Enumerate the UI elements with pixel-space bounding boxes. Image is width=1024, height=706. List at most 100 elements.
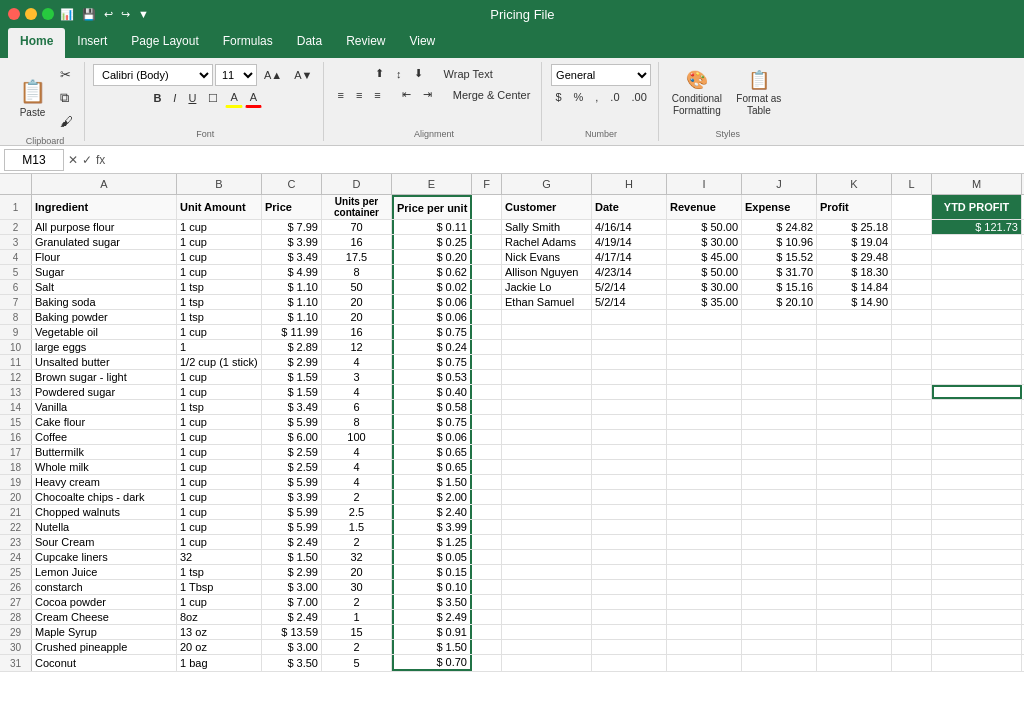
copy-button[interactable]: ⧉	[55, 87, 78, 109]
cell-e17[interactable]: $ 0.65	[392, 445, 472, 459]
cell-k1[interactable]: Profit	[817, 195, 892, 219]
cell-l16[interactable]	[892, 430, 932, 444]
cell-e2[interactable]: $ 0.11	[392, 220, 472, 234]
cell-j8[interactable]	[742, 310, 817, 324]
col-header-k[interactable]: K	[817, 174, 892, 194]
cell-l18[interactable]	[892, 460, 932, 474]
cell-d6[interactable]: 50	[322, 280, 392, 294]
cell-f10[interactable]	[472, 340, 502, 354]
cell-g27[interactable]	[502, 595, 592, 609]
cell-l14[interactable]	[892, 400, 932, 414]
decimal-increase-button[interactable]: .0	[605, 88, 624, 106]
cell-a19[interactable]: Heavy cream	[32, 475, 177, 489]
cell-b8[interactable]: 1 tsp	[177, 310, 262, 324]
cell-b1[interactable]: Unit Amount	[177, 195, 262, 219]
cell-k28[interactable]	[817, 610, 892, 624]
cut-button[interactable]: ✂	[55, 64, 78, 85]
font-size-select[interactable]: 11	[215, 64, 257, 86]
cell-c18[interactable]: $ 2.59	[262, 460, 322, 474]
cell-g13[interactable]	[502, 385, 592, 399]
cell-i17[interactable]	[667, 445, 742, 459]
cell-b26[interactable]: 1 Tbsp	[177, 580, 262, 594]
cell-m28[interactable]	[932, 610, 1022, 624]
cell-m21[interactable]	[932, 505, 1022, 519]
cell-g12[interactable]	[502, 370, 592, 384]
cell-h9[interactable]	[592, 325, 667, 339]
cell-g5[interactable]: Allison Nguyen	[502, 265, 592, 279]
cell-a4[interactable]: Flour	[32, 250, 177, 264]
cell-e24[interactable]: $ 0.05	[392, 550, 472, 564]
border-button[interactable]: ☐	[203, 89, 223, 108]
cell-c27[interactable]: $ 7.00	[262, 595, 322, 609]
cell-g4[interactable]: Nick Evans	[502, 250, 592, 264]
cell-f4[interactable]	[472, 250, 502, 264]
cell-b10[interactable]: 1	[177, 340, 262, 354]
cell-f22[interactable]	[472, 520, 502, 534]
cell-g20[interactable]	[502, 490, 592, 504]
cell-a17[interactable]: Buttermilk	[32, 445, 177, 459]
cell-c11[interactable]: $ 2.99	[262, 355, 322, 369]
cell-f6[interactable]	[472, 280, 502, 294]
cell-g14[interactable]	[502, 400, 592, 414]
cell-l11[interactable]	[892, 355, 932, 369]
cell-m2[interactable]: $ 121.73	[932, 220, 1022, 234]
col-header-i[interactable]: I	[667, 174, 742, 194]
cell-l9[interactable]	[892, 325, 932, 339]
cell-d16[interactable]: 100	[322, 430, 392, 444]
cell-g17[interactable]	[502, 445, 592, 459]
cell-j10[interactable]	[742, 340, 817, 354]
cell-j1[interactable]: Expense	[742, 195, 817, 219]
indent-increase-button[interactable]: ⇥	[418, 85, 437, 104]
cell-e10[interactable]: $ 0.24	[392, 340, 472, 354]
cell-l1[interactable]	[892, 195, 932, 219]
cell-j12[interactable]	[742, 370, 817, 384]
col-header-g[interactable]: G	[502, 174, 592, 194]
cell-m26[interactable]	[932, 580, 1022, 594]
cell-a11[interactable]: Unsalted butter	[32, 355, 177, 369]
cell-j9[interactable]	[742, 325, 817, 339]
cell-i3[interactable]: $ 30.00	[667, 235, 742, 249]
cell-j11[interactable]	[742, 355, 817, 369]
cell-i30[interactable]	[667, 640, 742, 654]
format-as-table-button[interactable]: 📋 Format as Table	[729, 64, 789, 122]
cell-m23[interactable]	[932, 535, 1022, 549]
undo-icon[interactable]: ↩	[104, 8, 113, 21]
cell-f21[interactable]	[472, 505, 502, 519]
cell-b6[interactable]: 1 tsp	[177, 280, 262, 294]
cell-k19[interactable]	[817, 475, 892, 489]
cell-i15[interactable]	[667, 415, 742, 429]
cell-a27[interactable]: Cocoa powder	[32, 595, 177, 609]
cell-h28[interactable]	[592, 610, 667, 624]
cell-g22[interactable]	[502, 520, 592, 534]
cell-i11[interactable]	[667, 355, 742, 369]
cell-c29[interactable]: $ 13.59	[262, 625, 322, 639]
cell-j17[interactable]	[742, 445, 817, 459]
cell-e16[interactable]: $ 0.06	[392, 430, 472, 444]
cell-f11[interactable]	[472, 355, 502, 369]
cell-d17[interactable]: 4	[322, 445, 392, 459]
cell-a15[interactable]: Cake flour	[32, 415, 177, 429]
cell-c19[interactable]: $ 5.99	[262, 475, 322, 489]
cell-h30[interactable]	[592, 640, 667, 654]
cell-i28[interactable]	[667, 610, 742, 624]
cell-j21[interactable]	[742, 505, 817, 519]
cell-c30[interactable]: $ 3.00	[262, 640, 322, 654]
cell-e15[interactable]: $ 0.75	[392, 415, 472, 429]
cell-b9[interactable]: 1 cup	[177, 325, 262, 339]
cell-a23[interactable]: Sour Cream	[32, 535, 177, 549]
cell-l26[interactable]	[892, 580, 932, 594]
cell-k11[interactable]	[817, 355, 892, 369]
cell-f7[interactable]	[472, 295, 502, 309]
decimal-decrease-button[interactable]: .00	[627, 88, 652, 106]
cell-c4[interactable]: $ 3.49	[262, 250, 322, 264]
cell-j30[interactable]	[742, 640, 817, 654]
confirm-icon[interactable]: ✓	[82, 153, 92, 167]
cell-m13[interactable]	[932, 385, 1022, 399]
cell-h3[interactable]: 4/19/14	[592, 235, 667, 249]
cell-k8[interactable]	[817, 310, 892, 324]
cell-k3[interactable]: $ 19.04	[817, 235, 892, 249]
cell-g7[interactable]: Ethan Samuel	[502, 295, 592, 309]
cell-m30[interactable]	[932, 640, 1022, 654]
cell-h10[interactable]	[592, 340, 667, 354]
cell-e12[interactable]: $ 0.53	[392, 370, 472, 384]
